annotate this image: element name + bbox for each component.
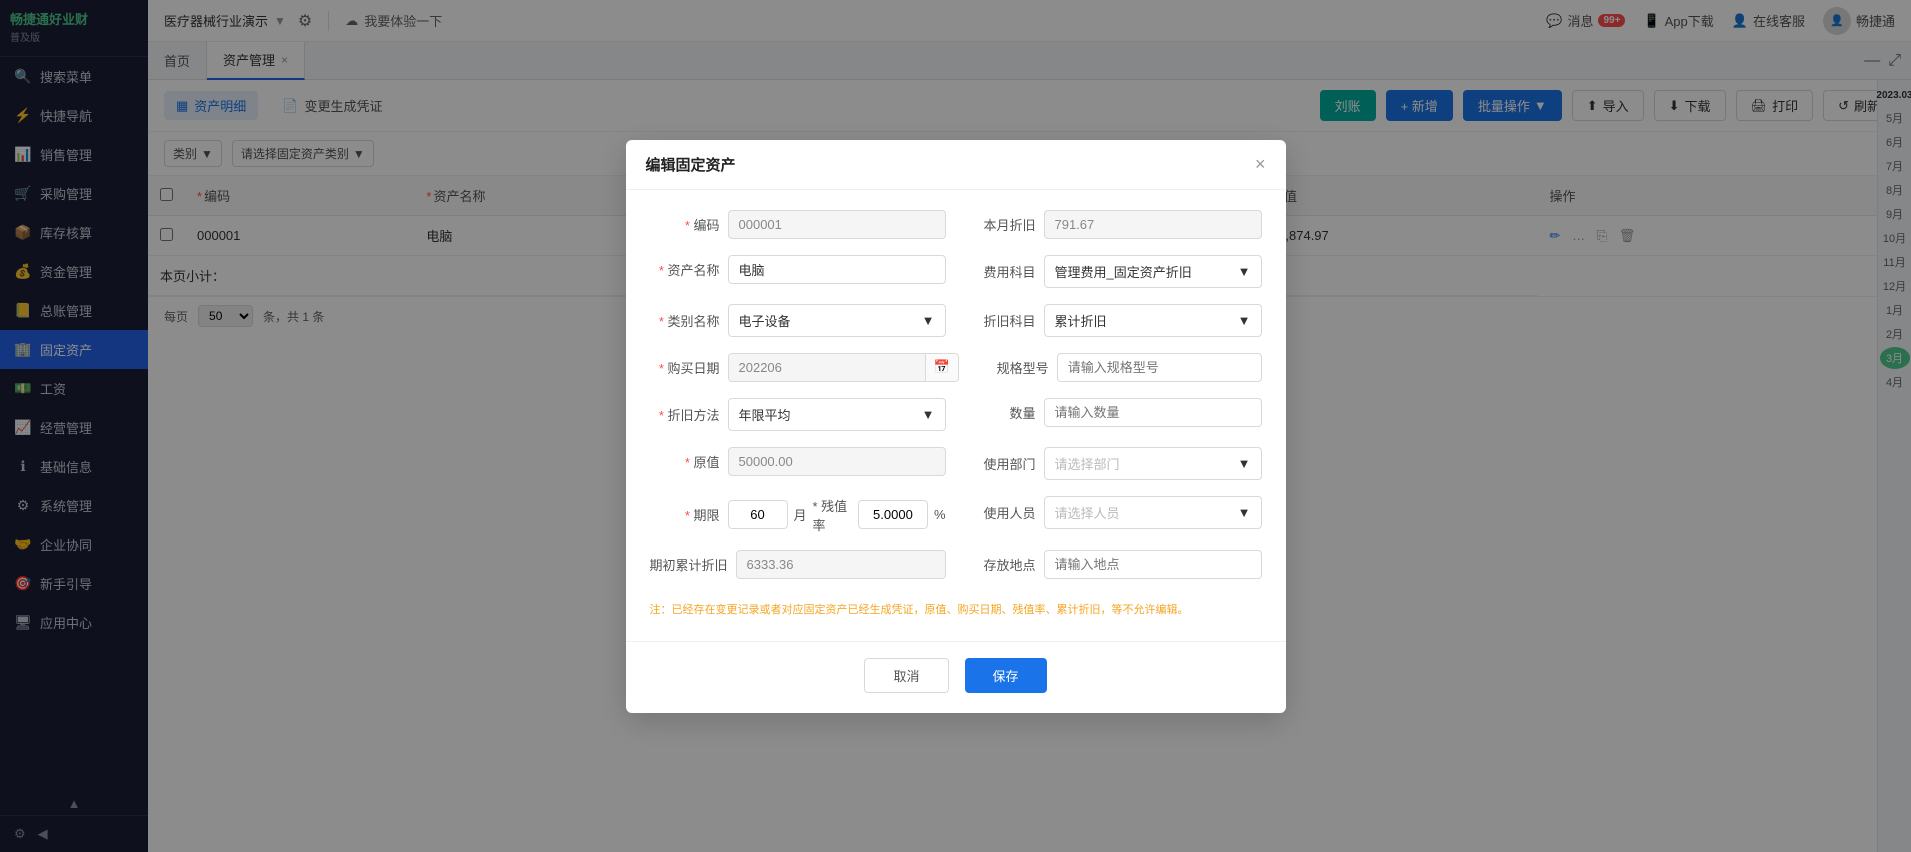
- field-code: 编码: [650, 210, 946, 239]
- modal-title: 编辑固定资产: [646, 154, 736, 175]
- field-purchase-date: 购买日期 📅: [650, 353, 959, 382]
- field-original-value: 原值: [650, 447, 946, 476]
- modal-row-3: 类别名称 电子设备 ▼ 折旧科目 累计折旧 ▼: [650, 304, 1262, 337]
- modal-row-5: 折旧方法 年限平均 ▼ 数量: [650, 398, 1262, 431]
- period-label: 期限: [650, 505, 720, 524]
- expense-account-value: 管理费用_固定资产折旧: [1055, 262, 1192, 281]
- field-location: 存放地点: [966, 550, 1262, 579]
- dep-account-label: 折旧科目: [966, 311, 1036, 330]
- save-button[interactable]: 保存: [965, 658, 1047, 693]
- spec-label: 规格型号: [979, 358, 1049, 377]
- expense-account-select[interactable]: 管理费用_固定资产折旧 ▼: [1044, 255, 1262, 288]
- code-input[interactable]: [728, 210, 946, 239]
- original-value-input[interactable]: [728, 447, 946, 476]
- dep-method-value: 年限平均: [739, 405, 791, 424]
- field-category: 类别名称 电子设备 ▼: [650, 304, 946, 337]
- modal-footer: 取消 保存: [626, 641, 1286, 713]
- field-monthly-depreciation: 本月折旧: [966, 210, 1262, 239]
- category-chevron-icon: ▼: [922, 313, 935, 328]
- note-text: 注：已经存在变更记录或者对应固定资产已经生成凭证，原值、购买日期、残值率、累计折…: [650, 604, 1189, 616]
- dep-method-chevron-icon: ▼: [922, 407, 935, 422]
- calendar-icon[interactable]: 📅: [925, 354, 958, 381]
- cancel-button[interactable]: 取消: [864, 658, 948, 693]
- field-dep-method: 折旧方法 年限平均 ▼: [650, 398, 946, 431]
- residual-rate-unit: %: [934, 507, 946, 522]
- initial-dep-label: 期初累计折旧: [650, 555, 728, 574]
- modal-body: 编码 本月折旧 资产名称 费用科目 管理费用_固定资产折旧: [626, 190, 1286, 637]
- original-value-label: 原值: [650, 452, 720, 471]
- modal-row-1: 编码 本月折旧: [650, 210, 1262, 239]
- dep-account-select[interactable]: 累计折旧 ▼: [1044, 304, 1262, 337]
- modal-note: 注：已经存在变更记录或者对应固定资产已经生成凭证，原值、购买日期、残值率、累计折…: [650, 595, 1262, 617]
- code-label: 编码: [650, 215, 720, 234]
- dep-method-select[interactable]: 年限平均 ▼: [728, 398, 946, 431]
- monthly-dep-label: 本月折旧: [966, 215, 1036, 234]
- category-name-label: 类别名称: [650, 311, 720, 330]
- field-spec: 规格型号: [979, 353, 1262, 382]
- monthly-dep-input: [1044, 210, 1262, 239]
- modal-header: 编辑固定资产 ×: [626, 140, 1286, 190]
- cancel-label: 取消: [893, 669, 919, 684]
- purchase-date-label: 购买日期: [650, 358, 720, 377]
- residual-rate-input[interactable]: [858, 500, 928, 529]
- purchase-date-input[interactable]: [729, 354, 925, 381]
- user-label: 使用人员: [966, 503, 1036, 522]
- field-depreciation-account: 折旧科目 累计折旧 ▼: [966, 304, 1262, 337]
- location-label: 存放地点: [966, 555, 1036, 574]
- dep-account-chevron-icon: ▼: [1238, 313, 1251, 328]
- initial-dep-input[interactable]: [736, 550, 946, 579]
- department-label: 使用部门: [966, 454, 1036, 473]
- quantity-label: 数量: [966, 403, 1036, 422]
- department-select[interactable]: 请选择部门 ▼: [1044, 447, 1262, 480]
- modal-row-6: 原值 使用部门 请选择部门 ▼: [650, 447, 1262, 480]
- modal-close-button[interactable]: ×: [1255, 154, 1266, 175]
- location-input[interactable]: [1044, 550, 1262, 579]
- department-chevron-icon: ▼: [1238, 456, 1251, 471]
- field-department: 使用部门 请选择部门 ▼: [966, 447, 1262, 480]
- user-select[interactable]: 请选择人员 ▼: [1044, 496, 1262, 529]
- modal-row-2: 资产名称 费用科目 管理费用_固定资产折旧 ▼: [650, 255, 1262, 288]
- dep-account-value: 累计折旧: [1055, 311, 1107, 330]
- modal-row-8: 期初累计折旧 存放地点: [650, 550, 1262, 579]
- field-asset-name: 资产名称: [650, 255, 946, 284]
- purchase-date-input-wrap: 📅: [728, 353, 959, 382]
- period-input[interactable]: [728, 500, 788, 529]
- quantity-input[interactable]: [1044, 398, 1262, 427]
- edit-asset-modal: 编辑固定资产 × 编码 本月折旧 资产名称: [626, 140, 1286, 713]
- dep-method-label: 折旧方法: [650, 405, 720, 424]
- field-period: 期限 月 * 残值率 %: [650, 496, 946, 534]
- user-placeholder: 请选择人员: [1055, 503, 1120, 522]
- residual-rate-label: * 残值率: [813, 496, 852, 534]
- field-expense-account: 费用科目 管理费用_固定资产折旧 ▼: [966, 255, 1262, 288]
- field-initial-depreciation: 期初累计折旧: [650, 550, 946, 579]
- period-row: 月 * 残值率 %: [728, 496, 946, 534]
- modal-row-7: 期限 月 * 残值率 % 使用人员 请选择人员 ▼: [650, 496, 1262, 534]
- department-placeholder: 请选择部门: [1055, 454, 1120, 473]
- save-label: 保存: [993, 669, 1019, 684]
- modal-row-4: 购买日期 📅 规格型号: [650, 353, 1262, 382]
- user-chevron-icon: ▼: [1238, 505, 1251, 520]
- modal-overlay: 编辑固定资产 × 编码 本月折旧 资产名称: [0, 0, 1911, 852]
- expense-chevron-icon: ▼: [1238, 264, 1251, 279]
- spec-input[interactable]: [1057, 353, 1262, 382]
- category-value: 电子设备: [739, 311, 791, 330]
- expense-account-label: 费用科目: [966, 262, 1036, 281]
- period-unit: 月: [794, 505, 807, 524]
- field-quantity: 数量: [966, 398, 1262, 427]
- field-user: 使用人员 请选择人员 ▼: [966, 496, 1262, 529]
- category-select[interactable]: 电子设备 ▼: [728, 304, 946, 337]
- asset-name-label: 资产名称: [650, 260, 720, 279]
- asset-name-input[interactable]: [728, 255, 946, 284]
